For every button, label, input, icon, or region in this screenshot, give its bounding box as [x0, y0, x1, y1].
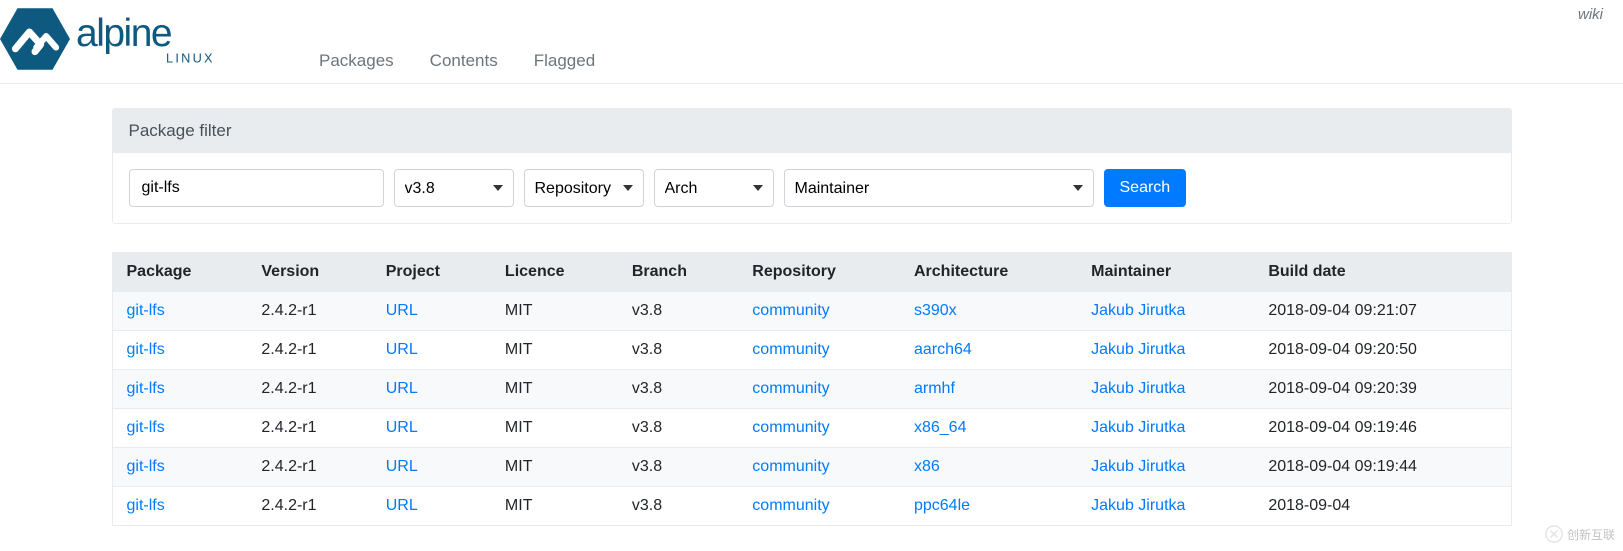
brand-logo[interactable]: alpine LINUX	[0, 0, 271, 83]
maintainer-link[interactable]: Jakub Jirutka	[1091, 341, 1185, 358]
project-link[interactable]: URL	[386, 419, 418, 436]
table-row: git-lfs 2.4.2-r1 URL MITv3.8 community ppc64l…	[112, 487, 1511, 526]
cell-build-date: 2018-09-04 09:21:07	[1254, 292, 1511, 331]
cell-build-date: 2018-09-04 09:19:44	[1254, 448, 1511, 487]
nav-flagged[interactable]: Flagged	[516, 51, 613, 83]
repository-link[interactable]: community	[752, 302, 829, 319]
cell-branch: v3.8	[618, 487, 738, 526]
col-licence: Licence	[491, 253, 618, 292]
top-bar: alpine LINUX Packages Contents Flagged w…	[0, 0, 1623, 84]
cell-branch: v3.8	[618, 331, 738, 370]
project-link[interactable]: URL	[386, 380, 418, 397]
maintainer-link[interactable]: Jakub Jirutka	[1091, 380, 1185, 397]
package-link[interactable]: git-lfs	[127, 380, 165, 397]
cell-version: 2.4.2-r1	[247, 370, 371, 409]
version-select[interactable]: v3.8	[394, 169, 514, 207]
svg-text:LINUX: LINUX	[166, 50, 215, 65]
packages-table: Package Version Project Licence Branch R…	[112, 252, 1512, 526]
col-architecture: Architecture	[900, 253, 1077, 292]
wiki-link[interactable]: wiki	[1578, 0, 1603, 23]
cell-branch: v3.8	[618, 409, 738, 448]
filter-panel: Package filter v3.8 Repository Arch Main…	[112, 108, 1512, 224]
maintainer-link[interactable]: Jakub Jirutka	[1091, 419, 1185, 436]
cell-version: 2.4.2-r1	[247, 292, 371, 331]
architecture-link[interactable]: x86	[914, 458, 940, 475]
cell-licence: MIT	[491, 331, 618, 370]
table-row: git-lfs 2.4.2-r1 URL MITv3.8 community x86 Jak…	[112, 448, 1511, 487]
maintainer-select[interactable]: Maintainer	[784, 169, 1094, 207]
col-package: Package	[112, 253, 247, 292]
repository-link[interactable]: community	[752, 419, 829, 436]
package-link[interactable]: git-lfs	[127, 458, 165, 475]
cell-licence: MIT	[491, 409, 618, 448]
filter-panel-title: Package filter	[113, 109, 1511, 153]
col-maintainer: Maintainer	[1077, 253, 1254, 292]
repository-link[interactable]: community	[752, 341, 829, 358]
project-link[interactable]: URL	[386, 302, 418, 319]
cell-version: 2.4.2-r1	[247, 487, 371, 526]
package-link[interactable]: git-lfs	[127, 302, 165, 319]
cell-build-date: 2018-09-04 09:20:39	[1254, 370, 1511, 409]
cell-branch: v3.8	[618, 370, 738, 409]
search-button[interactable]: Search	[1104, 169, 1187, 207]
architecture-link[interactable]: aarch64	[914, 341, 972, 358]
cell-branch: v3.8	[618, 292, 738, 331]
project-link[interactable]: URL	[386, 341, 418, 358]
repository-select[interactable]: Repository	[524, 169, 644, 207]
cell-version: 2.4.2-r1	[247, 409, 371, 448]
project-link[interactable]: URL	[386, 458, 418, 475]
architecture-link[interactable]: s390x	[914, 302, 957, 319]
architecture-link[interactable]: armhf	[914, 380, 955, 397]
cell-version: 2.4.2-r1	[247, 331, 371, 370]
architecture-link[interactable]: ppc64le	[914, 497, 970, 514]
repository-link[interactable]: community	[752, 380, 829, 397]
package-name-input[interactable]	[129, 169, 384, 207]
table-row: git-lfs 2.4.2-r1 URL MITv3.8 community s390x J…	[112, 292, 1511, 331]
maintainer-link[interactable]: Jakub Jirutka	[1091, 458, 1185, 475]
maintainer-link[interactable]: Jakub Jirutka	[1091, 302, 1185, 319]
cell-licence: MIT	[491, 448, 618, 487]
project-link[interactable]: URL	[386, 497, 418, 514]
cell-licence: MIT	[491, 487, 618, 526]
table-row: git-lfs 2.4.2-r1 URL MITv3.8 community armhf J…	[112, 370, 1511, 409]
nav-packages[interactable]: Packages	[301, 51, 412, 83]
cell-licence: MIT	[491, 292, 618, 331]
package-link[interactable]: git-lfs	[127, 341, 165, 358]
col-version: Version	[247, 253, 371, 292]
cell-build-date: 2018-09-04 09:20:50	[1254, 331, 1511, 370]
repository-link[interactable]: community	[752, 458, 829, 475]
package-link[interactable]: git-lfs	[127, 497, 165, 514]
arch-select[interactable]: Arch	[654, 169, 774, 207]
col-project: Project	[372, 253, 491, 292]
svg-text:alpine: alpine	[76, 12, 171, 55]
table-row: git-lfs 2.4.2-r1 URL MITv3.8 community aarch6…	[112, 331, 1511, 370]
col-branch: Branch	[618, 253, 738, 292]
cell-build-date: 2018-09-04	[1254, 487, 1511, 526]
cell-build-date: 2018-09-04 09:19:46	[1254, 409, 1511, 448]
maintainer-link[interactable]: Jakub Jirutka	[1091, 497, 1185, 514]
repository-link[interactable]: community	[752, 497, 829, 514]
col-build-date: Build date	[1254, 253, 1511, 292]
architecture-link[interactable]: x86_64	[914, 419, 967, 436]
cell-branch: v3.8	[618, 448, 738, 487]
watermark: 创新互联	[1545, 525, 1615, 543]
package-link[interactable]: git-lfs	[127, 419, 165, 436]
cell-version: 2.4.2-r1	[247, 448, 371, 487]
col-repository: Repository	[738, 253, 900, 292]
nav-contents[interactable]: Contents	[412, 51, 516, 83]
table-header-row: Package Version Project Licence Branch R…	[112, 253, 1511, 292]
cell-licence: MIT	[491, 370, 618, 409]
main-nav: Packages Contents Flagged	[301, 0, 613, 83]
alpine-wordmark-icon: alpine LINUX	[76, 8, 271, 75]
alpine-hex-icon	[0, 8, 70, 75]
table-row: git-lfs 2.4.2-r1 URL MITv3.8 community x86_64…	[112, 409, 1511, 448]
